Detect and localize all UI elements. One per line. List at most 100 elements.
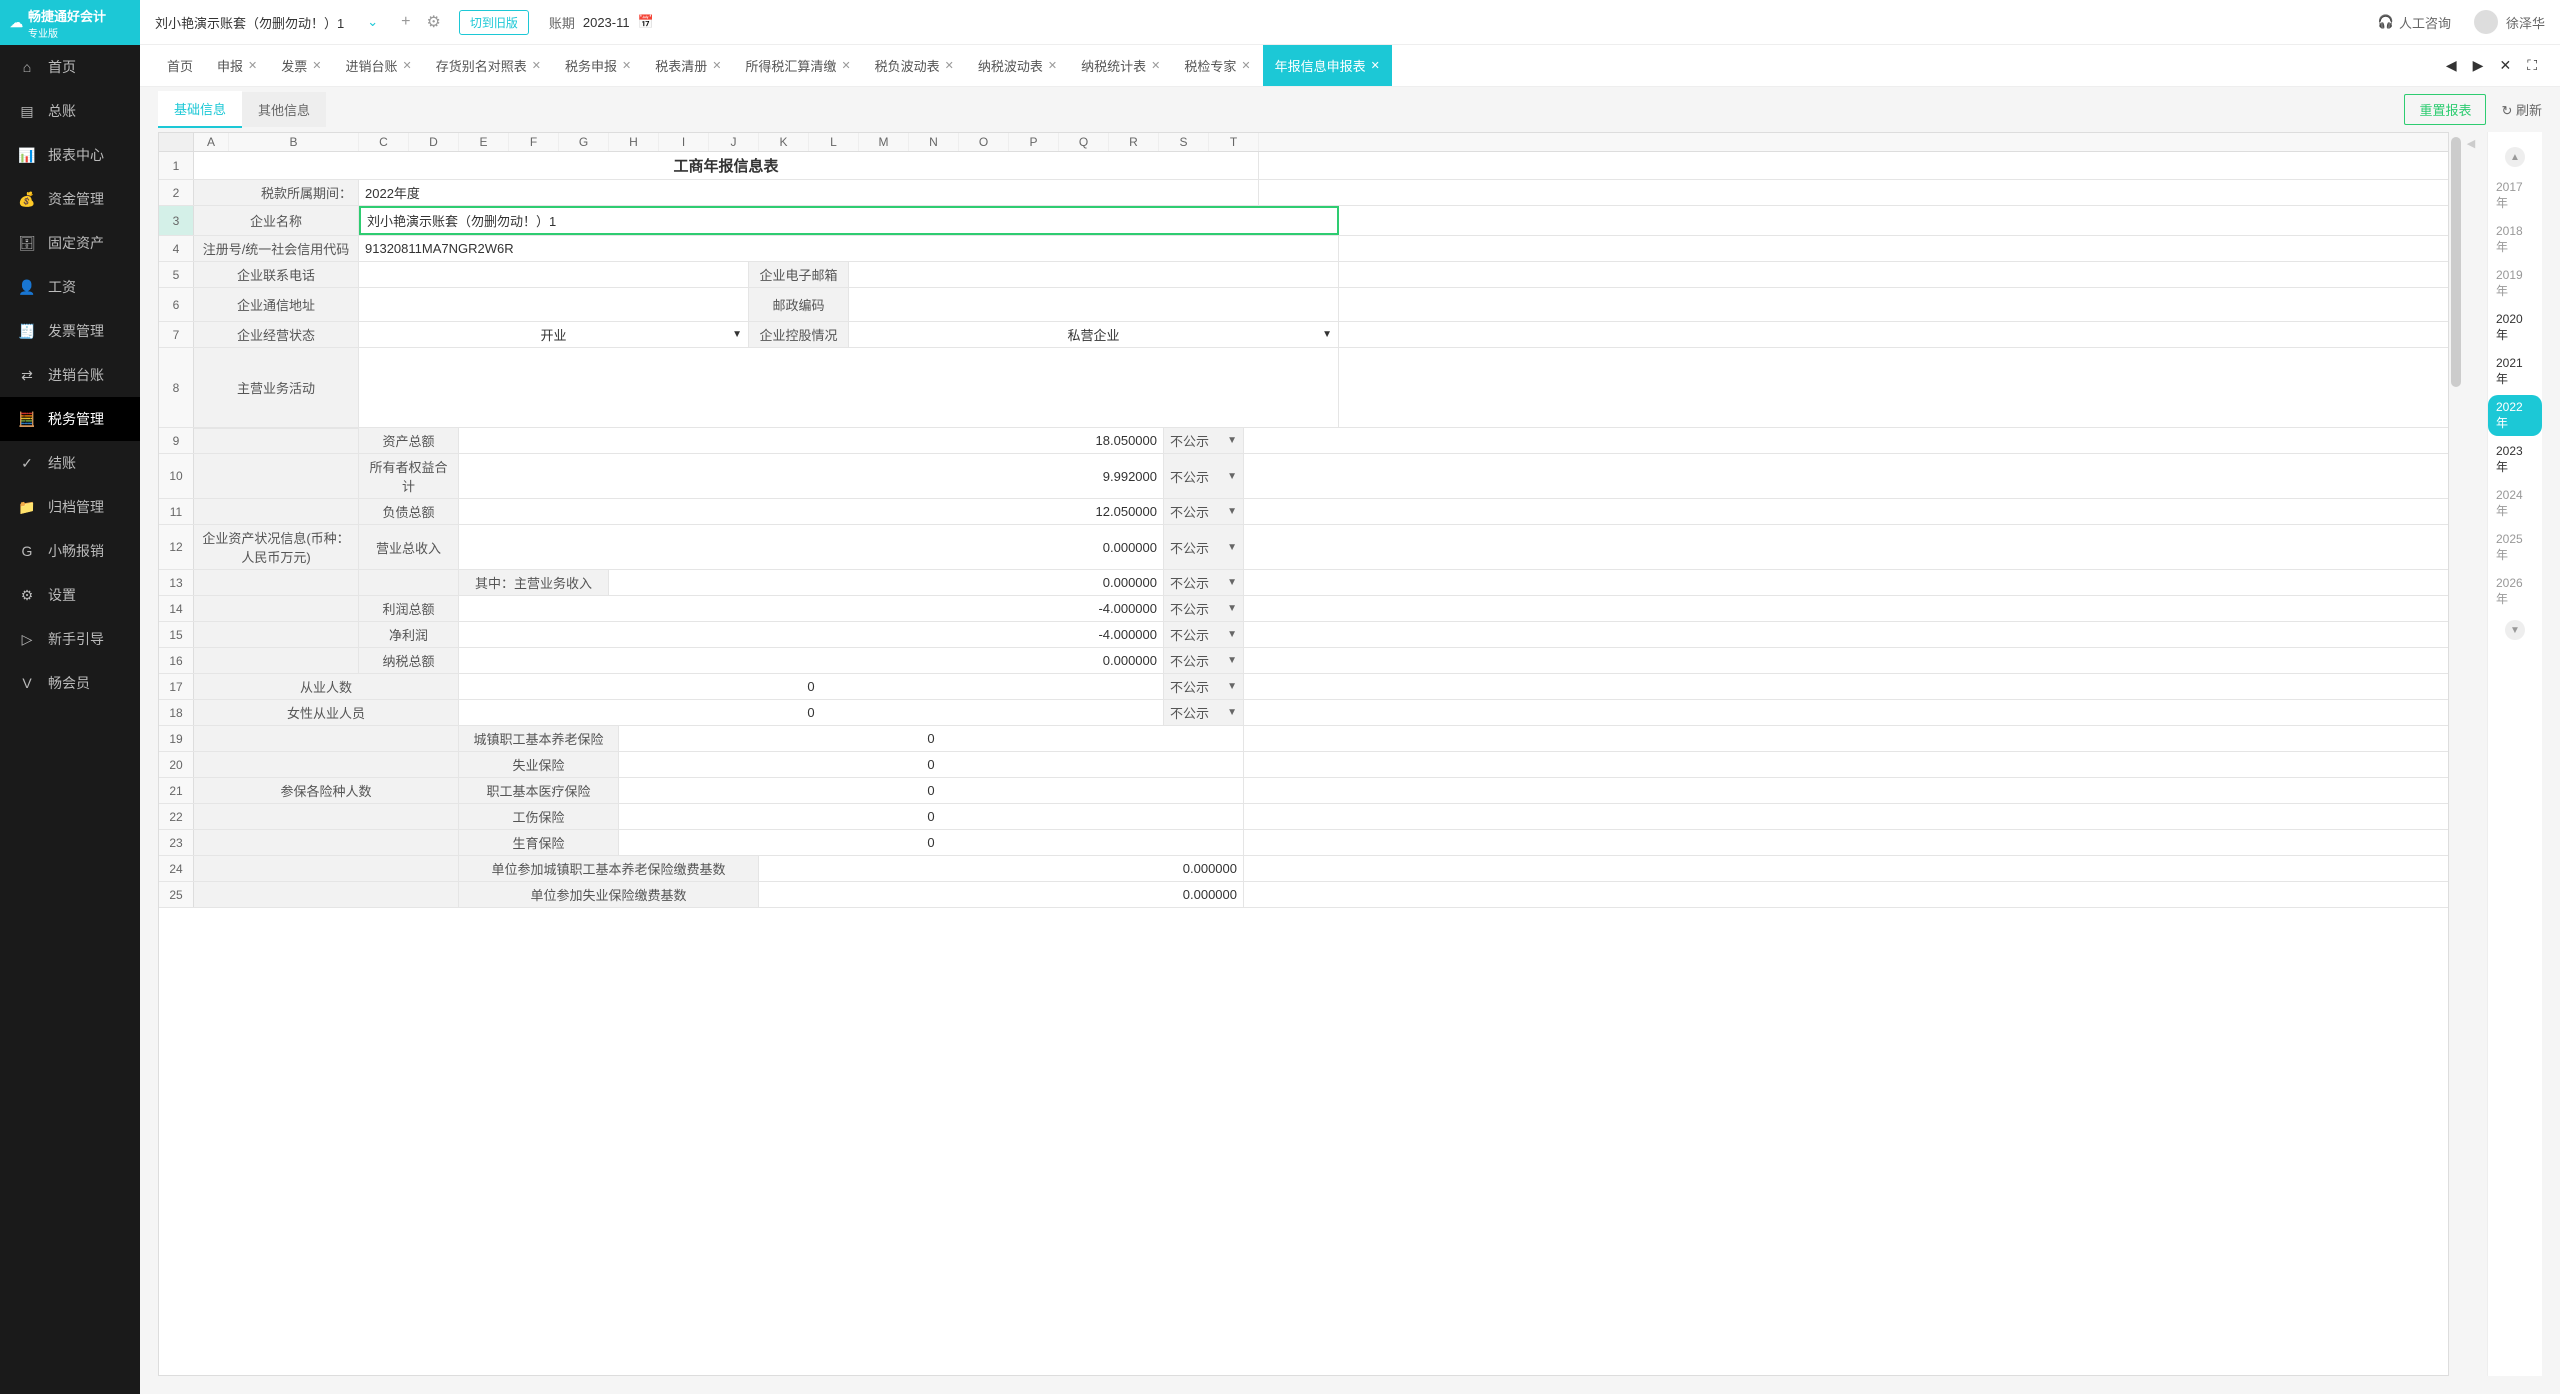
tab-close-icon[interactable]: ✕ [1151, 59, 1160, 72]
year-option[interactable]: 2026年 [2488, 571, 2542, 612]
cell[interactable]: 0.000000 [759, 882, 1244, 907]
year-down-icon[interactable]: ▼ [2505, 620, 2525, 640]
cell[interactable]: 0.000000 [459, 648, 1164, 673]
visibility-dropdown[interactable]: 不公示▼ [1164, 570, 1244, 595]
row-header[interactable]: 11 [159, 499, 194, 524]
cell[interactable] [359, 348, 1339, 427]
nav-expense[interactable]: G小畅报销 [0, 529, 140, 573]
tab-close-icon[interactable]: ✕ [945, 59, 954, 72]
tab-item[interactable]: 税表清册✕ [643, 45, 733, 86]
row-header[interactable]: 22 [159, 804, 194, 829]
cell[interactable]: 企业名称 [194, 206, 359, 235]
cell[interactable]: 失业保险 [459, 752, 619, 777]
col-header[interactable]: L [809, 133, 859, 151]
nav-invoice[interactable]: 🧾发票管理 [0, 309, 140, 353]
col-header[interactable]: E [459, 133, 509, 151]
year-option[interactable]: 2021年 [2488, 351, 2542, 392]
year-option[interactable]: 2017年 [2488, 175, 2542, 216]
nav-asset[interactable]: 🗄固定资产 [0, 221, 140, 265]
row-header[interactable]: 21 [159, 778, 194, 803]
col-header[interactable]: R [1109, 133, 1159, 151]
row-header[interactable]: 17 [159, 674, 194, 699]
tab-close-icon[interactable]: ✕ [532, 59, 541, 72]
cell[interactable]: 单位参加城镇职工基本养老保险缴费基数 [459, 856, 759, 881]
subtab-basic[interactable]: 基础信息 [158, 91, 242, 128]
row-header[interactable]: 2 [159, 180, 194, 205]
tab-item[interactable]: 申报✕ [205, 45, 269, 86]
visibility-dropdown[interactable]: 不公示▼ [1164, 525, 1244, 569]
cell[interactable]: 城镇职工基本养老保险 [459, 726, 619, 751]
period-value[interactable]: 2023-11 [583, 15, 630, 30]
tab-item[interactable]: 所得税汇算清缴✕ [733, 45, 862, 86]
calendar-icon[interactable]: 📅 [638, 14, 654, 30]
consult-link[interactable]: 人工咨询 [2399, 13, 2451, 32]
nav-tax[interactable]: 🧮税务管理 [0, 397, 140, 441]
col-header[interactable]: M [859, 133, 909, 151]
account-selector[interactable]: 刘小艳演示账套（勿删勿动！）1 [155, 13, 344, 32]
row-header[interactable]: 23 [159, 830, 194, 855]
cell[interactable]: 纳税总额 [359, 648, 459, 673]
cell[interactable]: -4.000000 [459, 596, 1164, 621]
panel-collapse-icon[interactable]: ◀ [2463, 132, 2479, 1376]
row-header[interactable]: 25 [159, 882, 194, 907]
tab-item[interactable]: 年报信息申报表✕ [1263, 45, 1392, 86]
add-icon[interactable]: + [401, 13, 410, 31]
cell[interactable] [359, 570, 459, 595]
nav-archive[interactable]: 📁归档管理 [0, 485, 140, 529]
row-header[interactable]: 13 [159, 570, 194, 595]
cell[interactable] [849, 288, 1339, 321]
visibility-dropdown[interactable]: 不公示▼ [1164, 622, 1244, 647]
row-header[interactable]: 15 [159, 622, 194, 647]
tab-close-icon[interactable]: ✕ [712, 59, 721, 72]
tab-item[interactable]: 税负波动表✕ [863, 45, 966, 86]
cell[interactable]: 企业联系电话 [194, 262, 359, 287]
visibility-dropdown[interactable]: 不公示▼ [1164, 428, 1244, 453]
nav-vip[interactable]: V畅会员 [0, 661, 140, 705]
nav-close[interactable]: ✓结账 [0, 441, 140, 485]
cell[interactable]: 主营业务活动 [194, 348, 359, 427]
year-up-icon[interactable]: ▲ [2505, 147, 2525, 167]
col-header[interactable]: D [409, 133, 459, 151]
nav-ledger[interactable]: ▤总账 [0, 89, 140, 133]
refresh-button[interactable]: ↻ 刷新 [2501, 100, 2542, 119]
cell[interactable]: 企业通信地址 [194, 288, 359, 321]
cell[interactable]: 0.000000 [459, 525, 1164, 569]
cell[interactable]: 资产总额 [359, 428, 459, 453]
nav-home[interactable]: ⌂首页 [0, 45, 140, 89]
tab-close-icon[interactable]: ✕ [1048, 59, 1057, 72]
cell[interactable]: 0.000000 [759, 856, 1244, 881]
cell[interactable]: 工伤保险 [459, 804, 619, 829]
col-header[interactable]: G [559, 133, 609, 151]
cell[interactable]: 生育保险 [459, 830, 619, 855]
row-header[interactable]: 3 [159, 206, 194, 235]
cell[interactable]: 0 [619, 830, 1244, 855]
tab-fullscreen-icon[interactable]: ⛶ [2519, 57, 2545, 74]
tab-next-icon[interactable]: ▶ [2465, 57, 2492, 74]
cell[interactable]: 单位参加失业保险缴费基数 [459, 882, 759, 907]
tab-item[interactable]: 税检专家✕ [1172, 45, 1262, 86]
row-header[interactable]: 8 [159, 348, 194, 427]
subtab-other[interactable]: 其他信息 [242, 92, 326, 127]
cell[interactable] [849, 262, 1339, 287]
tab-close-icon[interactable]: ✕ [1241, 59, 1250, 72]
row-header[interactable]: 18 [159, 700, 194, 725]
row-header[interactable]: 4 [159, 236, 194, 261]
visibility-dropdown[interactable]: 不公示▼ [1164, 648, 1244, 673]
col-header[interactable]: H [609, 133, 659, 151]
row-header[interactable]: 6 [159, 288, 194, 321]
year-option[interactable]: 2020年 [2488, 307, 2542, 348]
company-name-cell[interactable]: 刘小艳演示账套（勿删勿动！）1 [359, 206, 1339, 235]
col-header[interactable]: B [229, 133, 359, 151]
nav-salary[interactable]: 👤工资 [0, 265, 140, 309]
cell[interactable]: 企业电子邮箱 [749, 262, 849, 287]
cell[interactable]: -4.000000 [459, 622, 1164, 647]
cell[interactable]: 其中：主营业务收入 [459, 570, 609, 595]
year-option[interactable]: 2018年 [2488, 219, 2542, 260]
cell[interactable]: 0 [459, 674, 1164, 699]
cell[interactable]: 9.992000 [459, 454, 1164, 498]
cell[interactable] [359, 288, 749, 321]
cell[interactable]: 所有者权益合计 [359, 454, 459, 498]
col-header[interactable]: J [709, 133, 759, 151]
cell[interactable]: 企业经营状态 [194, 322, 359, 347]
tab-item[interactable]: 纳税波动表✕ [966, 45, 1069, 86]
